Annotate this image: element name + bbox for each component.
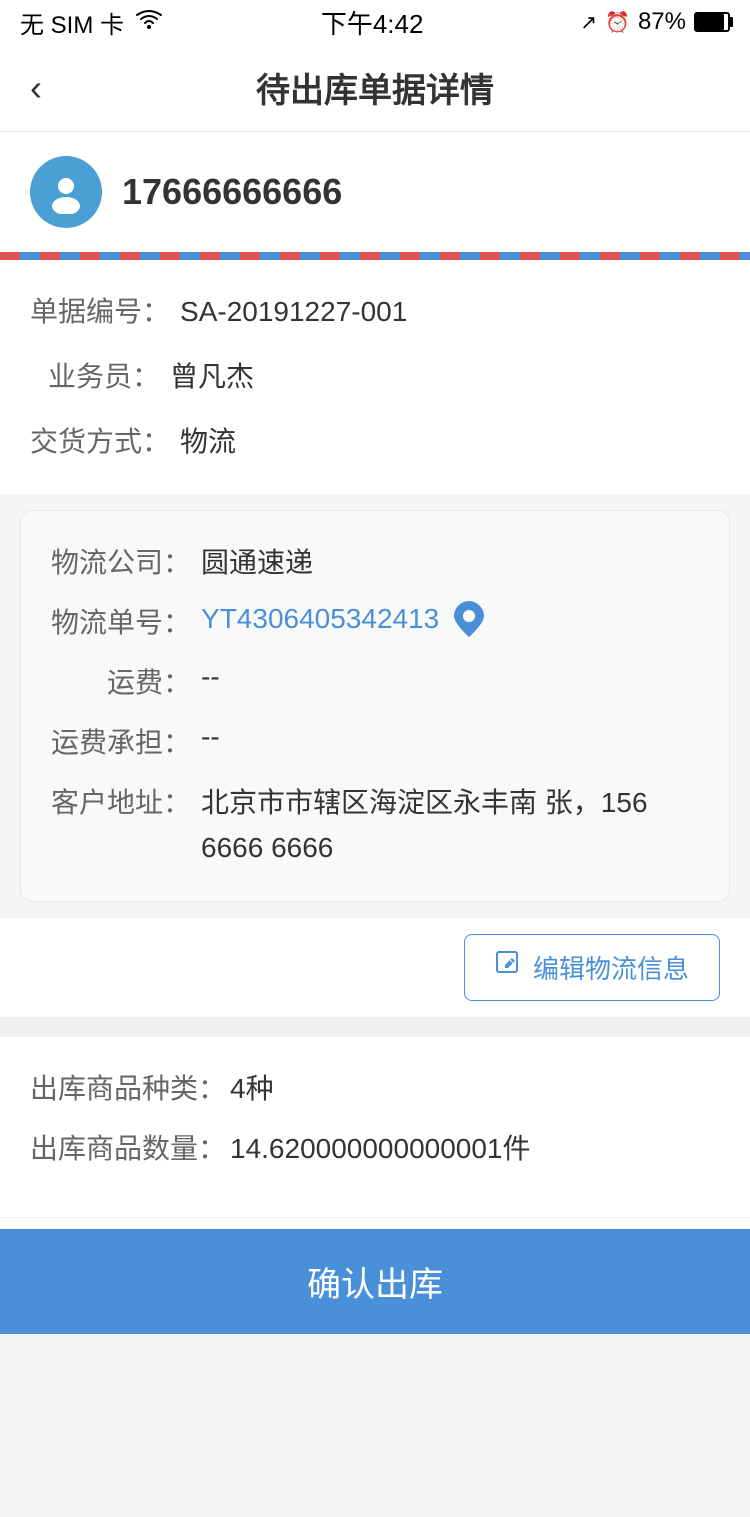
address-value: 北京市市辖区海淀区永丰南 张，156 6666 6666 <box>201 781 699 871</box>
sales-person-label: 业务员： <box>30 355 170 400</box>
logistics-company-value: 圆通速递 <box>201 541 699 581</box>
freight-label: 运费： <box>51 661 201 701</box>
dashed-divider <box>0 252 750 260</box>
bottom-spacer <box>0 1317 750 1517</box>
freight-bear-label: 运费承担： <box>51 721 201 761</box>
customer-avatar <box>30 156 102 228</box>
freight-bear-value: -- <box>201 721 699 753</box>
sales-person-row: 业务员： 曾凡杰 <box>30 355 720 400</box>
delivery-method-row: 交货方式： 物流 <box>30 420 720 465</box>
product-type-value: 4种 <box>230 1067 274 1107</box>
freight-value: -- <box>201 661 699 693</box>
location-icon: ↗ <box>580 10 597 35</box>
document-info-section: 单据编号： SA-20191227-001 业务员： 曾凡杰 交货方式： 物流 <box>0 260 750 494</box>
logistics-company-label: 物流公司： <box>51 541 201 581</box>
status-bar-right: ↗ ⏰ 87% <box>580 8 730 36</box>
address-row: 客户地址： 北京市市辖区海淀区永丰南 张，156 6666 6666 <box>51 781 699 871</box>
logistics-tracking-label: 物流单号： <box>51 601 201 641</box>
edit-icon <box>495 950 523 985</box>
logistics-card: 物流公司： 圆通速递 物流单号： YT43064053424​13 运费： --… <box>20 510 730 902</box>
freight-bear-row: 运费承担： -- <box>51 721 699 761</box>
document-number-value: SA-20191227-001 <box>180 290 720 335</box>
carrier-label: 无 SIM 卡 <box>20 5 124 40</box>
product-type-label: 出库商品种类： <box>30 1067 230 1107</box>
confirm-button[interactable]: 确认出库 <box>0 1229 750 1334</box>
section-separator <box>0 1017 750 1037</box>
sales-person-value: 曾凡杰 <box>170 355 720 400</box>
product-quantity-row: 出库商品数量： 14.620000000000001件 <box>30 1127 720 1167</box>
customer-phone: 17666666666 <box>122 171 342 213</box>
logistics-tracking-value: YT43064053424​13 <box>201 601 699 637</box>
person-icon <box>44 170 88 214</box>
status-bar-time: 下午4:42 <box>321 4 424 41</box>
nav-bar: ‹ 待出库单据详情 <box>0 44 750 132</box>
back-button[interactable]: ‹ <box>30 67 42 109</box>
edit-logistics-label: 编辑物流信息 <box>533 949 689 986</box>
wifi-icon <box>134 8 164 37</box>
delivery-method-value: 物流 <box>180 420 720 465</box>
status-bar-left: 无 SIM 卡 <box>20 5 164 40</box>
battery-label: 87% <box>638 8 686 36</box>
product-quantity-label: 出库商品数量： <box>30 1127 230 1167</box>
status-bar: 无 SIM 卡 下午4:42 ↗ ⏰ 87% <box>0 0 750 44</box>
freight-row: 运费： -- <box>51 661 699 701</box>
edit-logistics-button[interactable]: 编辑物流信息 <box>464 934 720 1001</box>
logistics-company-row: 物流公司： 圆通速递 <box>51 541 699 581</box>
logistics-tracking-row: 物流单号： YT43064053424​13 <box>51 601 699 641</box>
delivery-method-label: 交货方式： <box>30 420 180 465</box>
customer-header: 17666666666 <box>0 132 750 252</box>
confirm-button-label: 确认出库 <box>307 1266 443 1304</box>
product-type-row: 出库商品种类： 4种 <box>30 1067 720 1107</box>
document-number-label: 单据编号： <box>30 290 180 335</box>
product-quantity-value: 14.620000000000001件 <box>230 1127 531 1167</box>
address-label: 客户地址： <box>51 781 201 821</box>
document-number-row: 单据编号： SA-20191227-001 <box>30 290 720 335</box>
page-title: 待出库单据详情 <box>256 63 494 112</box>
edit-logistics-section: 编辑物流信息 <box>0 918 750 1017</box>
product-section: 出库商品种类： 4种 出库商品数量： 14.620000000000001件 <box>0 1037 750 1217</box>
alarm-icon: ⏰ <box>605 10 630 35</box>
battery-icon <box>694 12 730 32</box>
location-pin-icon[interactable] <box>451 601 487 637</box>
